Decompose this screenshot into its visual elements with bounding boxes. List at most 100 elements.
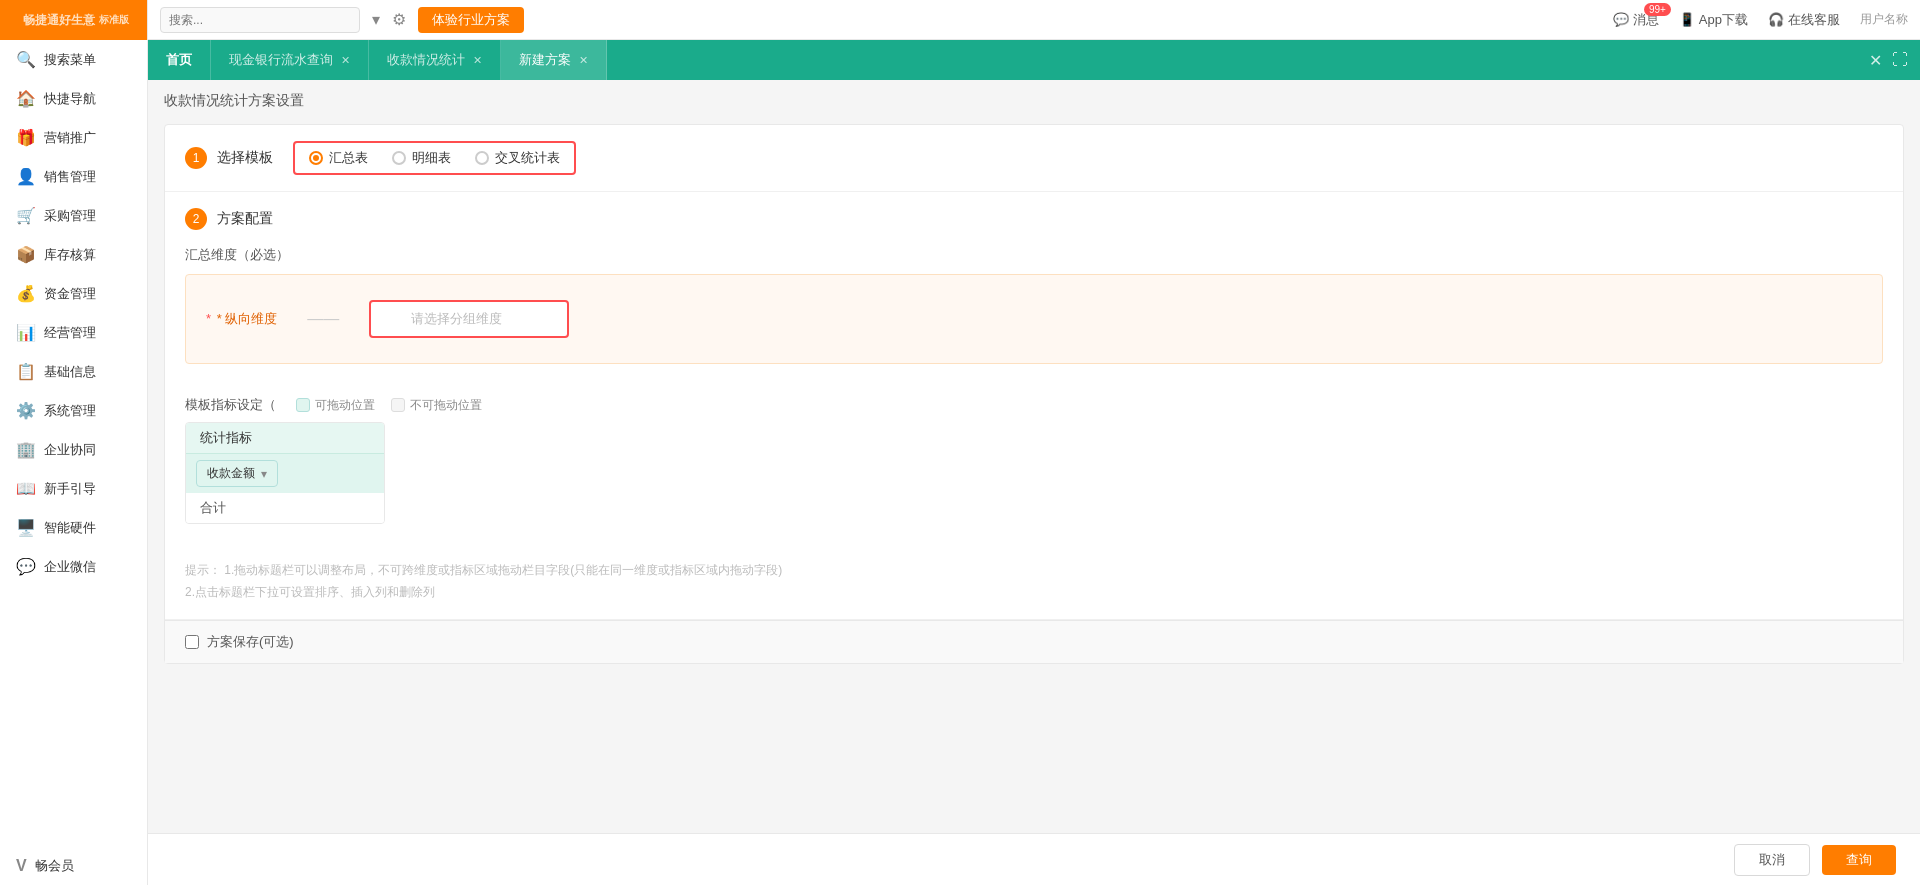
sidebar-item-label: 快捷导航 (44, 90, 96, 108)
sidebar-item-quick-nav[interactable]: 🏠 快捷导航 (0, 79, 147, 118)
tab-new-plan-close[interactable]: ✕ (579, 54, 588, 67)
service-icon: 🎧 (1768, 12, 1784, 27)
sidebar-item-label: 采购管理 (44, 207, 96, 225)
step2-row: 2 方案配置 (165, 192, 1903, 246)
sidebar-item-wechat[interactable]: 💬 企业微信 (0, 547, 147, 586)
metrics-header-label: 统计指标 (200, 430, 252, 445)
radio-summary[interactable] (309, 151, 323, 165)
basic-info-icon: 📋 (16, 362, 36, 381)
save-checkbox[interactable] (185, 635, 199, 649)
nav-tabs-actions: ✕ ⛶ (1869, 40, 1920, 80)
metrics-tag-label: 收款金额 (207, 465, 255, 482)
maximize-icon[interactable]: ⛶ (1892, 51, 1908, 69)
sidebar-item-system[interactable]: ⚙️ 系统管理 (0, 391, 147, 430)
sidebar-item-purchase[interactable]: 🛒 采购管理 (0, 196, 147, 235)
message-area[interactable]: 💬 消息 99+ (1613, 11, 1659, 29)
option-detail[interactable]: 明细表 (392, 149, 451, 167)
metrics-table: 统计指标 收款金额 ▾ 合计 (185, 422, 385, 524)
query-button[interactable]: 查询 (1822, 845, 1896, 875)
sidebar-item-sales[interactable]: 👤 销售管理 (0, 157, 147, 196)
finance-icon: 💰 (16, 284, 36, 303)
option-summary[interactable]: 汇总表 (309, 149, 368, 167)
logo-text: 畅捷通好生意 (23, 12, 95, 29)
content-area: 收款情况统计方案设置 1 选择模板 汇总表 明细表 (148, 80, 1920, 833)
topbar: ▾ ⚙ 体验行业方案 💬 消息 99+ 📱 App下载 🎧 在线客服 用户名称 (148, 0, 1920, 40)
tab-bank-flow-close[interactable]: ✕ (341, 54, 350, 67)
tab-receipt-stat-close[interactable]: ✕ (473, 54, 482, 67)
download-label: App下载 (1699, 11, 1748, 29)
tab-receipt-stat[interactable]: 收款情况统计 ✕ (369, 40, 501, 80)
sidebar-item-smart-hw[interactable]: 🖥️ 智能硬件 (0, 508, 147, 547)
dimension-title: 汇总维度（必选） (185, 246, 1883, 264)
sidebar-item-label: 智能硬件 (44, 519, 96, 537)
sidebar-item-label: 畅会员 (35, 857, 74, 875)
newbie-icon: 📖 (16, 479, 36, 498)
dimension-selector[interactable]: 请选择分组维度 (369, 300, 569, 338)
tip-line1: 提示： 1.拖动标题栏可以调整布局，不可跨维度或指标区域拖动栏目字段(只能在同一… (185, 560, 1883, 582)
step2-label: 方案配置 (217, 210, 273, 228)
template-options: 汇总表 明细表 交叉统计表 (293, 141, 576, 175)
radio-crosstab[interactable] (475, 151, 489, 165)
sidebar-item-newbie[interactable]: 📖 新手引导 (0, 469, 147, 508)
movable-label: 可拖动位置 (315, 397, 375, 414)
option-crosstab-label: 交叉统计表 (495, 149, 560, 167)
sidebar-item-member[interactable]: V 畅会员 (0, 847, 147, 885)
tab-new-plan-label: 新建方案 (519, 51, 571, 69)
sidebar: 畅捷通好生意 标准版 🔍 搜索菜单 🏠 快捷导航 🎁 营销推广 👤 销售管理 🛒… (0, 0, 148, 885)
gear-icon[interactable]: ⚙ (392, 10, 406, 29)
dropdown-icon[interactable]: ▾ (372, 10, 380, 29)
sidebar-item-label: 库存核算 (44, 246, 96, 264)
sidebar-item-label: 基础信息 (44, 363, 96, 381)
tip-line2: 2.点击标题栏下拉可设置排序、插入列和删除列 (185, 582, 1883, 604)
tab-home[interactable]: 首页 (148, 40, 211, 80)
option-detail-label: 明细表 (412, 149, 451, 167)
search-menu-icon: 🔍 (16, 50, 36, 69)
arrow-icon: —— (307, 310, 339, 328)
sidebar-item-label: 新手引导 (44, 480, 96, 498)
sidebar-item-marketing[interactable]: 🎁 营销推广 (0, 118, 147, 157)
fixed-label: 不可拖动位置 (410, 397, 482, 414)
download-icon: 📱 (1679, 12, 1695, 27)
wechat-icon: 💬 (16, 557, 36, 576)
trial-button[interactable]: 体验行业方案 (418, 7, 524, 33)
sidebar-item-inventory[interactable]: 📦 库存核算 (0, 235, 147, 274)
sidebar-item-label: 经营管理 (44, 324, 96, 342)
sidebar-item-basic-info[interactable]: 📋 基础信息 (0, 352, 147, 391)
marketing-icon: 🎁 (16, 128, 36, 147)
step1-label: 选择模板 (217, 149, 273, 167)
legend-movable: 可拖动位置 (296, 397, 375, 414)
sidebar-item-finance[interactable]: 💰 资金管理 (0, 274, 147, 313)
sidebar-item-label: 搜索菜单 (44, 51, 96, 69)
sidebar-item-operation[interactable]: 📊 经营管理 (0, 313, 147, 352)
message-icon: 💬 (1613, 12, 1629, 27)
fixed-box (391, 398, 405, 412)
inventory-icon: 📦 (16, 245, 36, 264)
metrics-header: 模板指标设定（ 可拖动位置 不可拖动位置 (185, 396, 1883, 414)
purchase-icon: 🛒 (16, 206, 36, 225)
cancel-button[interactable]: 取消 (1734, 844, 1810, 876)
radio-detail[interactable] (392, 151, 406, 165)
member-icon: V (16, 857, 27, 875)
sidebar-item-enterprise[interactable]: 🏢 企业协同 (0, 430, 147, 469)
topbar-right: 💬 消息 99+ 📱 App下载 🎧 在线客服 用户名称 (1613, 11, 1908, 29)
tab-bank-flow[interactable]: 现金银行流水查询 ✕ (211, 40, 369, 80)
option-crosstab[interactable]: 交叉统计表 (475, 149, 560, 167)
movable-box (296, 398, 310, 412)
metrics-tag[interactable]: 收款金额 ▾ (196, 460, 278, 487)
nav-tabs: 首页 现金银行流水查询 ✕ 收款情况统计 ✕ 新建方案 ✕ ✕ ⛶ (148, 40, 1920, 80)
tips-section: 提示： 1.拖动标题栏可以调整布局，不可跨维度或指标区域拖动栏目字段(只能在同一… (165, 560, 1903, 619)
tab-new-plan[interactable]: 新建方案 ✕ (501, 40, 607, 80)
service-area[interactable]: 🎧 在线客服 (1768, 11, 1840, 29)
option-summary-label: 汇总表 (329, 149, 368, 167)
step2-badge: 2 (185, 208, 207, 230)
sidebar-item-search-menu[interactable]: 🔍 搜索菜单 (0, 40, 147, 79)
plan-config-card: 1 选择模板 汇总表 明细表 交叉统计表 (164, 124, 1904, 664)
search-input[interactable] (160, 7, 360, 33)
download-area[interactable]: 📱 App下载 (1679, 11, 1748, 29)
close-window-icon[interactable]: ✕ (1869, 51, 1882, 70)
dropdown-arrow-icon: ▾ (261, 467, 267, 481)
system-icon: ⚙️ (16, 401, 36, 420)
sidebar-item-label: 资金管理 (44, 285, 96, 303)
metrics-title: 模板指标设定（ (185, 396, 276, 414)
service-label: 在线客服 (1788, 11, 1840, 29)
